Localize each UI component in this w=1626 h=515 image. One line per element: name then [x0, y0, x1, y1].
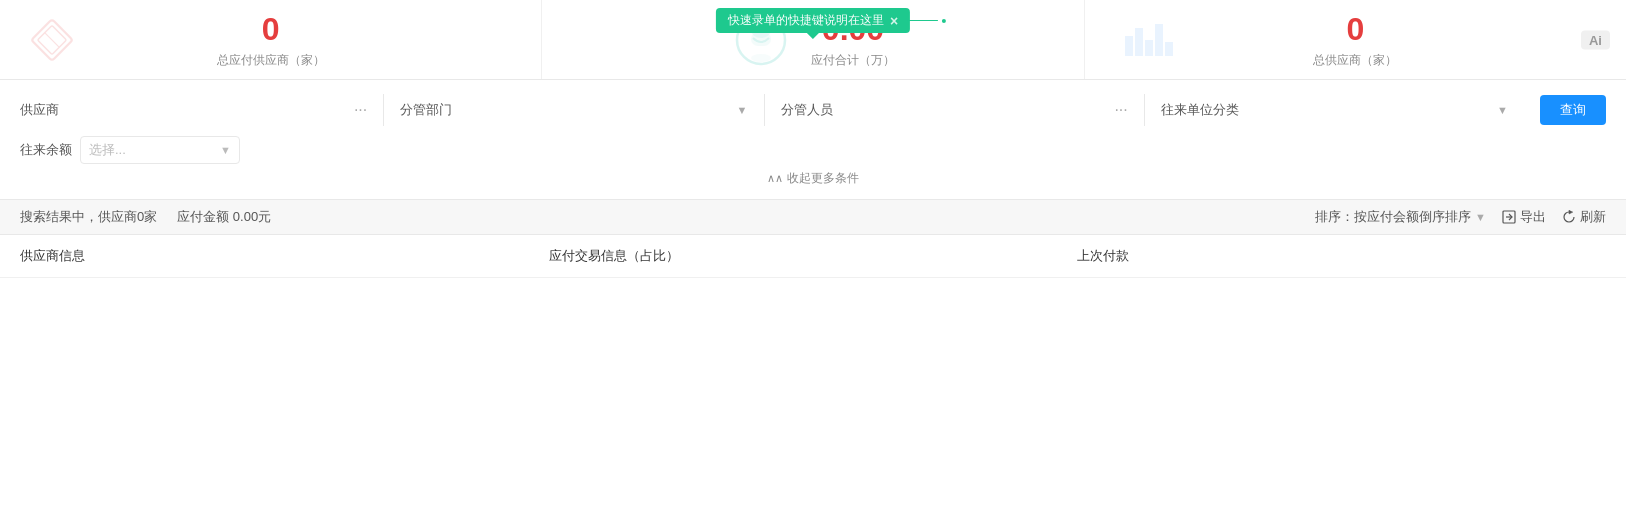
balance-placeholder: 选择...	[89, 141, 126, 159]
payable-total-label: 应付合计（万）	[811, 52, 895, 69]
results-bar: 搜索结果中，供应商0家 应付金额 0.00元 排序：按应付会额倒序排序 ▼ 导出…	[0, 200, 1626, 235]
table-col-2: 应付交易信息（占比）	[549, 247, 1078, 265]
table-col-1: 供应商信息	[20, 247, 549, 265]
department-filter: 分管部门 ▼	[384, 94, 764, 126]
supplier-input[interactable]	[67, 103, 350, 118]
department-input[interactable]	[460, 103, 732, 118]
stats-bar: 0 总应付供应商（家） 快速录单的快捷键说明在这里 ×	[0, 0, 1626, 80]
payable-suppliers-number: 0	[262, 10, 280, 48]
balance-select[interactable]: 选择... ▼	[80, 136, 240, 164]
stat-payable-suppliers: 0 总应付供应商（家）	[0, 0, 542, 79]
collapse-row: ∧∧ 收起更多条件	[20, 164, 1606, 189]
category-dropdown-icon[interactable]: ▼	[1497, 104, 1508, 116]
category-input[interactable]	[1247, 103, 1493, 118]
tooltip-bubble[interactable]: 快速录单的快捷键说明在这里 ×	[716, 8, 910, 33]
department-label: 分管部门	[400, 101, 452, 119]
payable-suppliers-label: 总应付供应商（家）	[217, 52, 325, 69]
manager-filter: 分管人员 ···	[765, 94, 1145, 126]
filter-row-1: 供应商 ··· 分管部门 ▼ 分管人员 ··· 往来单位分类 ▼ 查询	[20, 94, 1606, 126]
table-header: 供应商信息 应付交易信息（占比） 上次付款	[0, 235, 1626, 278]
category-label: 往来单位分类	[1161, 101, 1239, 119]
balance-label: 往来余额	[20, 141, 72, 159]
total-suppliers-number: 0	[1346, 10, 1364, 48]
supplier-label: 供应商	[20, 101, 59, 119]
tooltip-text: 快速录单的快捷键说明在这里	[728, 12, 884, 29]
filter-row-2: 往来余额 选择... ▼	[20, 136, 1606, 164]
manager-label: 分管人员	[781, 101, 833, 119]
table-body	[0, 278, 1626, 515]
manager-input[interactable]	[841, 103, 1111, 118]
sort-arrow-icon: ▼	[1475, 211, 1486, 223]
results-info: 搜索结果中，供应商0家 应付金额 0.00元	[20, 208, 271, 226]
building-icon	[1125, 24, 1173, 56]
stat-total-suppliers: 0 总供应商（家） Ai	[1085, 0, 1626, 79]
refresh-icon	[1562, 210, 1576, 224]
svg-line-2	[45, 32, 60, 47]
results-suppliers-info: 搜索结果中，供应商0家	[20, 208, 157, 226]
results-amount-info: 应付金额 0.00元	[177, 208, 271, 226]
svg-point-8	[751, 54, 771, 62]
balance-arrow-icon: ▼	[220, 144, 231, 156]
search-bar: 供应商 ··· 分管部门 ▼ 分管人员 ··· 往来单位分类 ▼ 查询 往来余额…	[0, 80, 1626, 200]
ai-badge[interactable]: Ai	[1581, 30, 1610, 49]
export-button[interactable]: 导出	[1502, 208, 1546, 226]
collapse-label: 收起更多条件	[787, 170, 859, 187]
sort-select[interactable]: 排序：按应付会额倒序排序 ▼	[1315, 208, 1486, 226]
results-actions: 排序：按应付会额倒序排序 ▼ 导出 刷新	[1315, 208, 1606, 226]
refresh-button[interactable]: 刷新	[1562, 208, 1606, 226]
sort-label: 排序：按应付会额倒序排序	[1315, 208, 1471, 226]
svg-rect-7	[751, 32, 771, 46]
supplier-more-icon[interactable]: ···	[354, 101, 367, 119]
export-icon	[1502, 210, 1516, 224]
collapse-button[interactable]: ∧∧ 收起更多条件	[767, 170, 859, 187]
supplier-filter: 供应商 ···	[20, 94, 384, 126]
query-button[interactable]: 查询	[1540, 95, 1606, 125]
collapse-up-icon: ∧∧	[767, 172, 783, 185]
manager-more-icon[interactable]: ···	[1114, 101, 1127, 119]
refresh-label: 刷新	[1580, 208, 1606, 226]
diamond-icon	[30, 18, 74, 62]
export-label: 导出	[1520, 208, 1546, 226]
department-dropdown-icon[interactable]: ▼	[737, 104, 748, 116]
category-filter: 往来单位分类 ▼	[1145, 94, 1524, 126]
table-col-3: 上次付款	[1077, 247, 1606, 265]
total-suppliers-label: 总供应商（家）	[1313, 52, 1397, 69]
stat-payable-total: 快速录单的快捷键说明在这里 × 0.00 应付合计（万）	[542, 0, 1084, 79]
tooltip-close-button[interactable]: ×	[890, 13, 898, 29]
